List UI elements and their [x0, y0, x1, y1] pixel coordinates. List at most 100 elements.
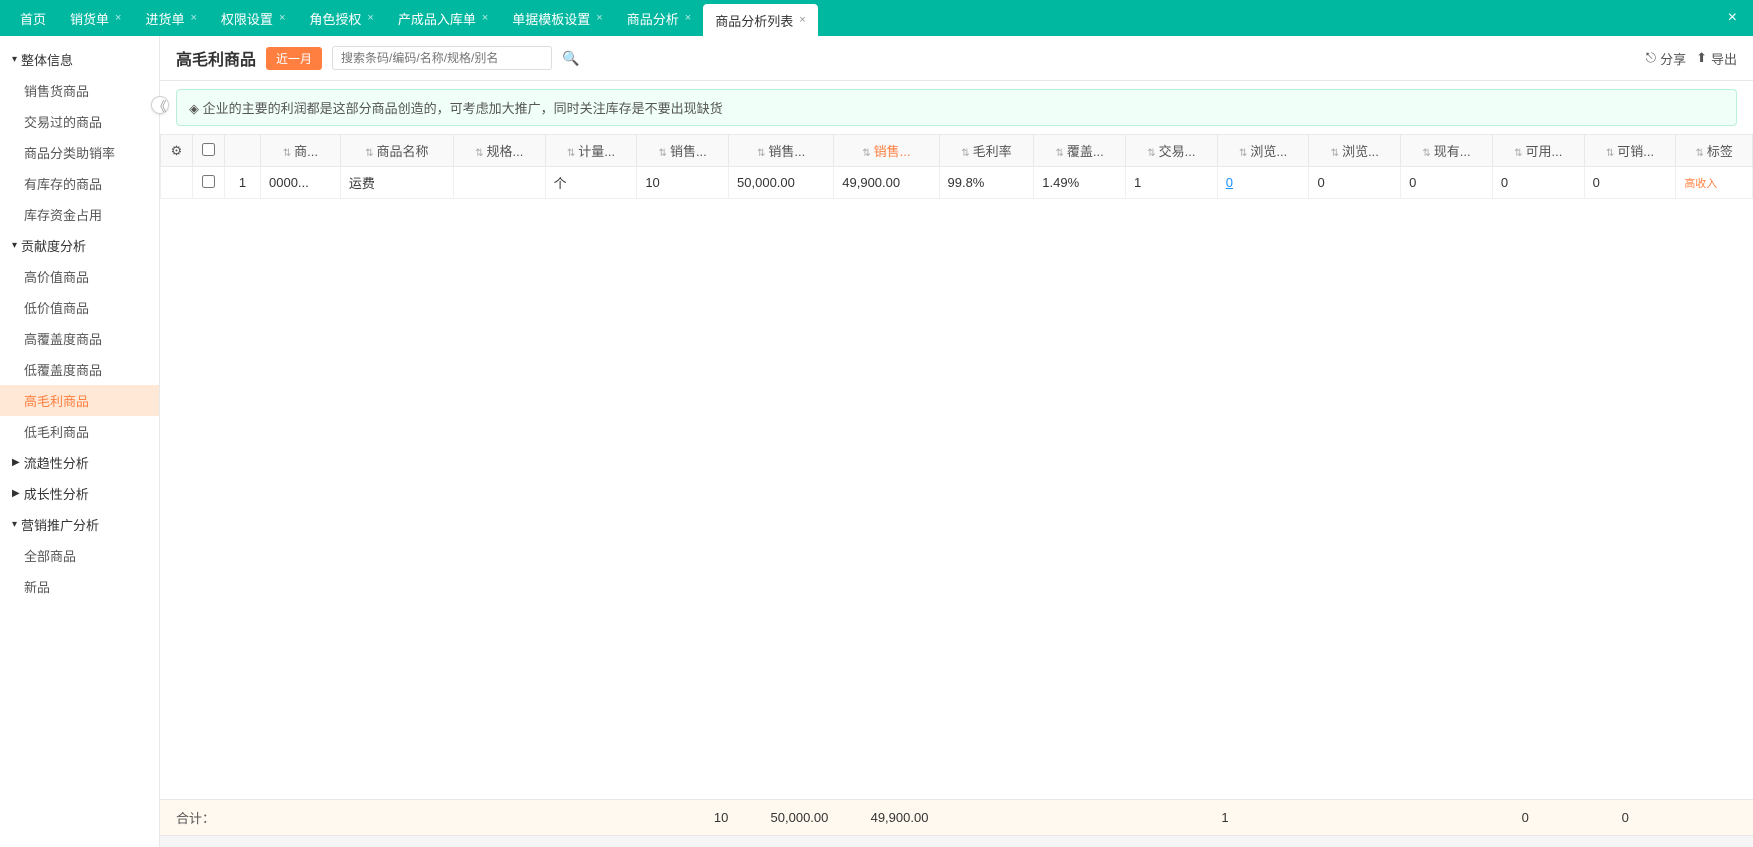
share-icon: ⎋ — [1646, 50, 1656, 66]
row-checkbox[interactable] — [202, 175, 215, 188]
footer-cell-margin — [936, 810, 1036, 825]
footer-total-trade: 1 — [1137, 810, 1237, 825]
sidebar-item-high-value[interactable]: 高价值商品 — [0, 261, 159, 292]
total-label: 合计： — [176, 808, 236, 827]
footer-total-stock-current: 0 — [1437, 810, 1537, 825]
nav-tab-sales[interactable]: 销货单 × — [58, 0, 133, 36]
sidebar-item-traded-goods[interactable]: 交易过的商品 — [0, 106, 159, 137]
chevron-right-icon: ▶ — [12, 457, 20, 468]
share-button[interactable]: ⎋ 分享 — [1646, 49, 1686, 68]
sidebar-group-contribution[interactable]: ▾ 贡献度分析 — [0, 230, 159, 261]
cell-stock-avail: 0 — [1492, 167, 1584, 199]
footer-cells: 10 50,000.00 49,900.00 1 0 0 — [236, 810, 1737, 825]
nav-tab-home[interactable]: 首页 — [8, 0, 58, 36]
page-title: 高毛利商品 — [176, 46, 256, 70]
search-input[interactable] — [332, 46, 552, 70]
footer-cell-browse2 — [1337, 810, 1437, 825]
nav-tab-product-inbound[interactable]: 产成品入库单 × — [386, 0, 500, 36]
sidebar-item-sales-goods[interactable]: 销售货商品 — [0, 75, 159, 106]
nav-tab-permission[interactable]: 权限设置 × — [209, 0, 297, 36]
cell-browse1[interactable]: 0 — [1217, 167, 1309, 199]
footer-cell-coverage — [1037, 810, 1137, 825]
sidebar-group-trend[interactable]: ▶ 流趋性分析 — [0, 447, 159, 478]
nav-tab-role[interactable]: 角色授权 × — [297, 0, 385, 36]
export-button[interactable]: ⬆ 导出 — [1696, 49, 1737, 68]
select-all-checkbox[interactable] — [202, 143, 215, 156]
footer-cell-empty3 — [436, 810, 536, 825]
info-banner: ◈ 企业的主要的利润都是这部分商品创造的，可考虑加大推广，同时关注库存是不要出现… — [176, 89, 1737, 126]
cell-tag: 高收入 — [1676, 167, 1753, 199]
cell-name: 运费 — [340, 167, 453, 199]
sidebar-item-low-margin[interactable]: 低毛利商品 — [0, 416, 159, 447]
sidebar-item-high-margin[interactable]: 高毛利商品 — [0, 385, 159, 416]
export-icon: ⬆ — [1696, 50, 1707, 66]
footer-cell-tag — [1637, 810, 1737, 825]
col-header-sales-amt[interactable]: 销售... — [729, 135, 834, 167]
cell-num: 1 — [225, 167, 261, 199]
close-icon[interactable]: × — [482, 12, 488, 24]
sidebar-item-new-goods[interactable]: 新品 — [0, 571, 159, 602]
close-icon[interactable]: × — [279, 12, 285, 24]
sidebar-item-in-stock-goods[interactable]: 有库存的商品 — [0, 168, 159, 199]
footer-total-sales-amt: 50,000.00 — [736, 810, 836, 825]
cell-code: 0000... — [261, 167, 341, 199]
main-content: 高毛利商品 近一月 🔍 ⎋ 分享 ⬆ 导出 ◈ 企业的主要的利润都是这部分商品创… — [160, 36, 1753, 847]
footer-total-sales-qty: 10 — [636, 810, 736, 825]
close-icon[interactable]: × — [115, 12, 121, 24]
col-header-browse1[interactable]: 浏览... — [1217, 135, 1309, 167]
sidebar-item-high-coverage[interactable]: 高覆盖度商品 — [0, 323, 159, 354]
search-button[interactable]: 🔍 — [562, 50, 579, 67]
col-header-spec[interactable]: 规格... — [453, 135, 545, 167]
footer-total-sales-profit: 49,900.00 — [836, 810, 936, 825]
cell-sales-qty: 10 — [637, 167, 729, 199]
cell-stock-sale: 0 — [1584, 167, 1676, 199]
col-header-sales-profit[interactable]: 销售... — [834, 135, 939, 167]
sidebar-item-low-value[interactable]: 低价值商品 — [0, 292, 159, 323]
col-header-unit[interactable]: 计量... — [545, 135, 637, 167]
col-header-code[interactable]: 商... — [261, 135, 341, 167]
col-header-stock-avail[interactable]: 可用... — [1492, 135, 1584, 167]
footer-cell-browse1 — [1237, 810, 1337, 825]
footer-total-stock-avail: 0 — [1537, 810, 1637, 825]
sidebar-collapse-button[interactable]: 《 — [151, 96, 169, 114]
data-table: ⚙ 商... 商品名称 规格... 计量... 销售... 销售... 销售..… — [160, 134, 1753, 199]
sidebar-item-stock-capital[interactable]: 库存资金占用 — [0, 199, 159, 230]
sidebar-item-all-goods[interactable]: 全部商品 — [0, 540, 159, 571]
close-icon[interactable]: × — [799, 14, 805, 26]
col-header-stock-current[interactable]: 现有... — [1401, 135, 1493, 167]
col-header-checkbox[interactable] — [193, 135, 225, 167]
cell-checkbox[interactable] — [193, 167, 225, 199]
sidebar-group-growth[interactable]: ▶ 成长性分析 — [0, 478, 159, 509]
nav-tab-analysis[interactable]: 商品分析 × — [615, 0, 703, 36]
col-header-stock-sale[interactable]: 可销... — [1584, 135, 1676, 167]
col-header-gross-margin[interactable]: 毛利率 — [939, 135, 1034, 167]
col-header-tag[interactable]: 标签 — [1676, 135, 1753, 167]
col-header-trade[interactable]: 交易... — [1126, 135, 1218, 167]
sidebar-group-overall[interactable]: ▾ 整体信息 — [0, 44, 159, 75]
nav-tab-purchase[interactable]: 进货单 × — [133, 0, 208, 36]
nav-tab-analysis-list[interactable]: 商品分析列表 × — [703, 4, 817, 36]
nav-tab-template[interactable]: 单据模板设置 × — [500, 0, 614, 36]
sidebar-item-category-sales-rate[interactable]: 商品分类助销率 — [0, 137, 159, 168]
sidebar: ▾ 整体信息 销售货商品 交易过的商品 商品分类助销率 有库存的商品 库存资金占… — [0, 36, 160, 847]
cell-coverage: 1.49% — [1034, 167, 1126, 199]
col-header-name[interactable]: 商品名称 — [340, 135, 453, 167]
col-header-browse2[interactable]: 浏览... — [1309, 135, 1401, 167]
close-icon[interactable]: × — [190, 12, 196, 24]
close-icon[interactable]: × — [367, 12, 373, 24]
close-icon[interactable]: × — [596, 12, 602, 24]
sidebar-group-marketing[interactable]: ▾ 营销推广分析 — [0, 509, 159, 540]
window-close-button[interactable]: × — [1720, 9, 1745, 27]
horizontal-scrollbar[interactable] — [160, 835, 1753, 847]
cell-unit: 个 — [545, 167, 637, 199]
sidebar-item-low-coverage[interactable]: 低覆盖度商品 — [0, 354, 159, 385]
cell-stock-current: 0 — [1401, 167, 1493, 199]
close-icon[interactable]: × — [685, 12, 691, 24]
content-header: 高毛利商品 近一月 🔍 ⎋ 分享 ⬆ 导出 — [160, 36, 1753, 81]
filter-period-button[interactable]: 近一月 — [266, 47, 322, 70]
col-header-coverage[interactable]: 覆盖... — [1034, 135, 1126, 167]
cell-gross-margin: 99.8% — [939, 167, 1034, 199]
sidebar-wrapper: ▾ 整体信息 销售货商品 交易过的商品 商品分类助销率 有库存的商品 库存资金占… — [0, 36, 160, 847]
col-header-sales-qty[interactable]: 销售... — [637, 135, 729, 167]
col-header-settings[interactable]: ⚙ — [161, 135, 193, 167]
